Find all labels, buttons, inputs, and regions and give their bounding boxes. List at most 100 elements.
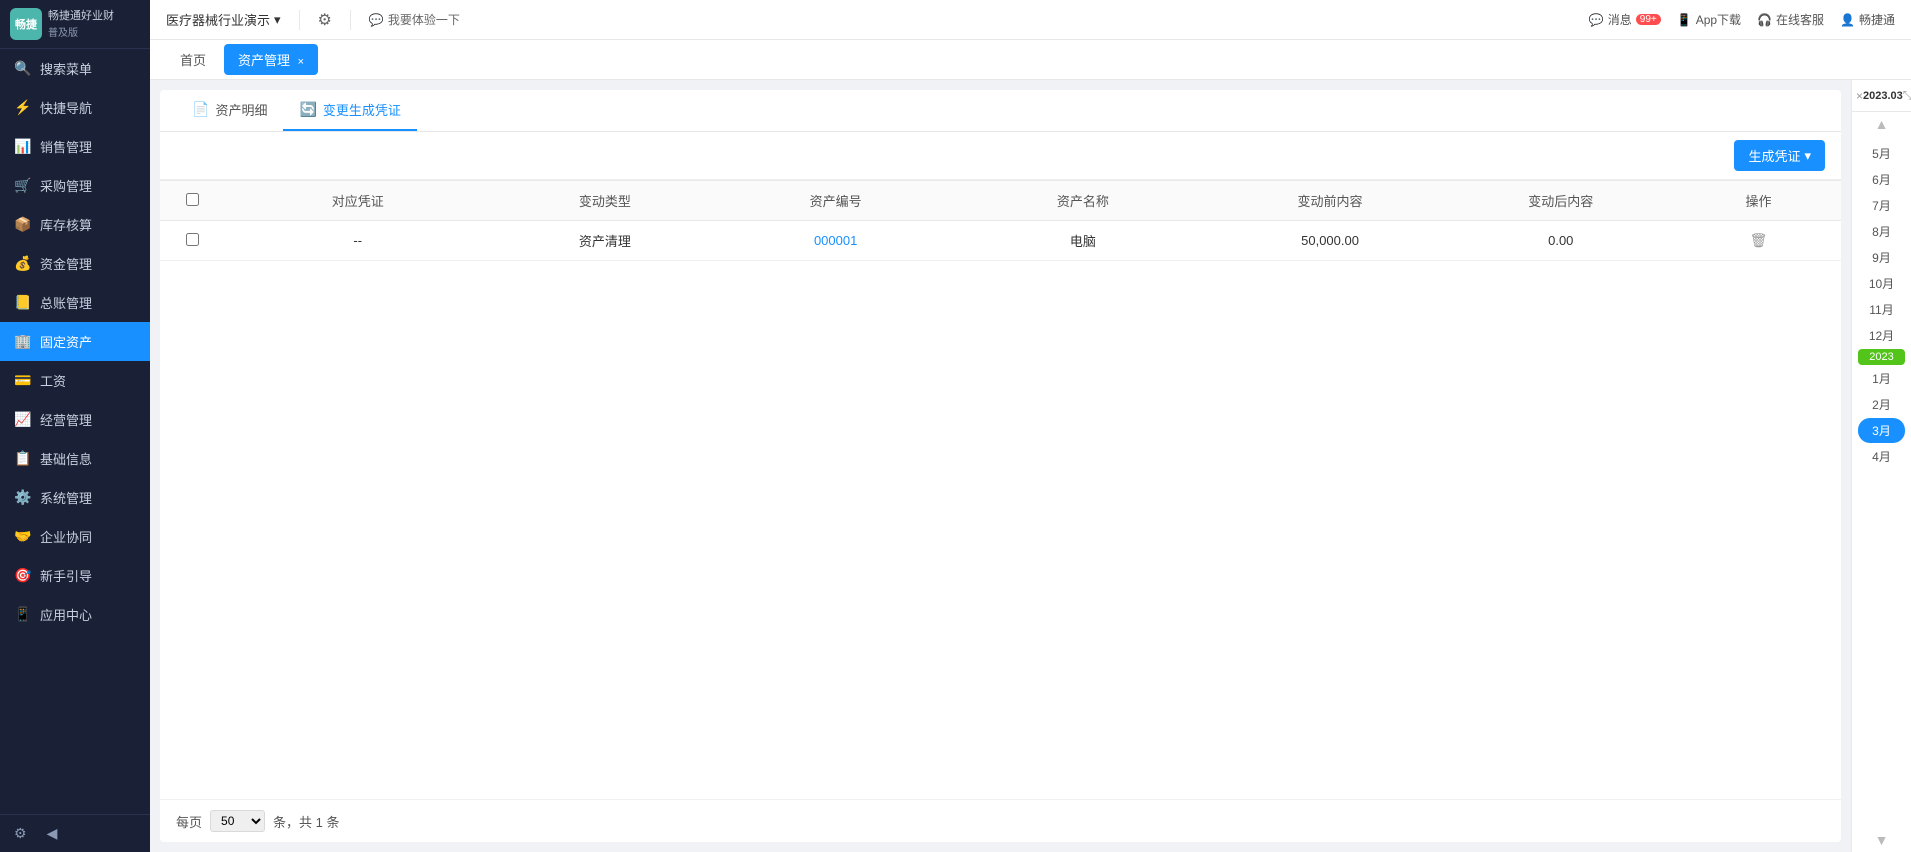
timeline-month-12[interactable]: 12月 [1858, 323, 1905, 348]
experience-button[interactable]: 💬 我要体验一下 [369, 11, 460, 28]
sidebar-item-quicknav[interactable]: ⚡ 快捷导航 [0, 88, 150, 127]
timeline-month-11[interactable]: 11月 [1858, 297, 1905, 322]
tab-close-icon[interactable]: × [298, 56, 304, 68]
per-page-select[interactable]: 50 10 20 100 [210, 810, 265, 832]
page-content: 📄 资产明细 🔄 变更生成凭证 生成凭证 ▾ [150, 80, 1911, 852]
timeline-list: 5月 6月 7月 8月 9月 10月 11月 12月 2023 1月 2月 3月… [1852, 136, 1911, 828]
timeline-year-badge: 2023 [1858, 349, 1905, 365]
logo-badge: 普及版 [48, 24, 114, 39]
generate-voucher-button[interactable]: 生成凭证 ▾ [1734, 140, 1825, 171]
timeline-month-1[interactable]: 1月 [1858, 366, 1905, 391]
sidebar-item-inventory[interactable]: 📦 库存核算 [0, 205, 150, 244]
timeline-nav-down[interactable]: ▼ [1852, 828, 1911, 852]
sidebar-item-fixedassets[interactable]: 🏢 固定资产 [0, 322, 150, 361]
sidebar-logo: 畅捷 畅捷通好业财 普及版 [0, 0, 150, 49]
th-code: 资产编号 [720, 181, 951, 221]
company-dropdown-icon: ▾ [274, 12, 281, 28]
sidebar-item-label: 固定资产 [40, 332, 92, 351]
sidebar-item-label: 快捷导航 [40, 98, 92, 117]
timeline-month-7[interactable]: 7月 [1858, 193, 1905, 218]
delete-row-icon[interactable]: 🗑 [1750, 232, 1768, 248]
inventory-icon: 📦 [14, 216, 32, 233]
row-name: 电脑 [951, 221, 1215, 261]
timeline-month-5[interactable]: 5月 [1858, 141, 1905, 166]
timeline-nav-up[interactable]: ▲ [1852, 112, 1911, 136]
row-checkbox-cell [160, 221, 226, 261]
experience-text: 我要体验一下 [388, 11, 460, 28]
sidebar-item-operations[interactable]: 📈 经营管理 [0, 400, 150, 439]
select-all-checkbox[interactable] [186, 193, 199, 206]
guide-icon: 🎯 [14, 567, 32, 584]
timeline-month-3[interactable]: 3月 [1858, 418, 1905, 443]
row-code[interactable]: 000001 [720, 221, 951, 261]
topbar-settings-icon[interactable]: ⚙ [318, 10, 332, 30]
sidebar-item-label: 销售管理 [40, 137, 92, 156]
message-button[interactable]: 💬 消息 99+ [1589, 11, 1661, 28]
enterprise-icon: 🤝 [14, 528, 32, 545]
sidebar-item-apps[interactable]: 📱 应用中心 [0, 595, 150, 634]
sidebar-item-label: 经营管理 [40, 410, 92, 429]
sidebar-item-enterprise[interactable]: 🤝 企业协同 [0, 517, 150, 556]
topbar-divider2 [350, 10, 351, 30]
tab-asset-management[interactable]: 资产管理 × [224, 44, 318, 75]
apps-icon: 📱 [14, 606, 32, 623]
row-action: 🗑 [1676, 221, 1841, 261]
sidebar-item-guide[interactable]: 🎯 新手引导 [0, 556, 150, 595]
timeline-month-9[interactable]: 9月 [1858, 245, 1905, 270]
company-selector[interactable]: 医疗器械行业演示 ▾ [166, 10, 281, 29]
timeline-expand-icon[interactable]: ⤡ [1903, 88, 1911, 103]
sidebar-item-label: 应用中心 [40, 605, 92, 624]
settings-bottom-icon[interactable]: ⚙ [14, 825, 27, 842]
subtab-label: 变更生成凭证 [323, 100, 401, 119]
sidebar-item-label: 基础信息 [40, 449, 92, 468]
tab-asset-label: 资产管理 [238, 53, 290, 68]
timeline-month-8[interactable]: 8月 [1858, 219, 1905, 244]
sidebar-item-system[interactable]: ⚙️ 系统管理 [0, 478, 150, 517]
timeline-panel: × 2023.03 ⤡ ▲ 5月 6月 7月 8月 9月 10月 11月 12月… [1851, 80, 1911, 852]
asset-detail-icon: 📄 [192, 101, 209, 118]
subtab-asset-detail[interactable]: 📄 资产明细 [176, 90, 283, 131]
timeline-month-6[interactable]: 6月 [1858, 167, 1905, 192]
sidebar-item-label: 工资 [40, 371, 66, 390]
sidebar-item-payroll[interactable]: 💳 工资 [0, 361, 150, 400]
row-checkbox[interactable] [186, 233, 199, 246]
sidebar-item-label: 新手引导 [40, 566, 92, 585]
timeline-date: 2023.03 [1863, 90, 1903, 102]
operations-icon: 📈 [14, 411, 32, 428]
sidebar-item-label: 资金管理 [40, 254, 92, 273]
quicknav-icon: ⚡ [14, 99, 32, 116]
main-panel: 📄 资产明细 🔄 变更生成凭证 生成凭证 ▾ [160, 90, 1841, 842]
sidebar-item-purchase[interactable]: 🛒 采购管理 [0, 166, 150, 205]
sidebar-item-funds[interactable]: 💰 资金管理 [0, 244, 150, 283]
sidebar-item-label: 采购管理 [40, 176, 92, 195]
sidebar-nav: 🔍 搜索菜单 ⚡ 快捷导航 📊 销售管理 🛒 采购管理 📦 库存核算 💰 资金管… [0, 49, 150, 814]
service-button[interactable]: 🎧 在线客服 [1757, 11, 1824, 28]
app-download-button[interactable]: 📱 App下载 [1677, 11, 1741, 28]
subtab-label: 资产明细 [215, 100, 267, 119]
pagination: 每页 50 10 20 100 条，共 1 条 [160, 799, 1841, 842]
sidebar-item-basicinfo[interactable]: 📋 基础信息 [0, 439, 150, 478]
timeline-month-4[interactable]: 4月 [1858, 444, 1905, 469]
sidebar-item-label: 库存核算 [40, 215, 92, 234]
timeline-month-10[interactable]: 10月 [1858, 271, 1905, 296]
sidebar-item-sales[interactable]: 📊 销售管理 [0, 127, 150, 166]
timeline-close-icon[interactable]: × [1856, 89, 1863, 103]
service-icon: 🎧 [1757, 13, 1772, 27]
experience-icon: 💬 [369, 13, 384, 27]
service-label: 在线客服 [1776, 11, 1824, 28]
timeline-month-2[interactable]: 2月 [1858, 392, 1905, 417]
collapse-icon[interactable]: ◀ [47, 825, 58, 842]
sidebar-item-ledger[interactable]: 📒 总账管理 [0, 283, 150, 322]
table-row: -- 资产清理 000001 电脑 50,000.00 0.00 🗑 [160, 221, 1841, 261]
app-icon: 📱 [1677, 13, 1692, 27]
subtab-change-voucher[interactable]: 🔄 变更生成凭证 [283, 90, 416, 131]
tab-home[interactable]: 首页 [166, 44, 220, 75]
topbar-right: 💬 消息 99+ 📱 App下载 🎧 在线客服 👤 畅捷通 [1589, 11, 1895, 28]
sales-icon: 📊 [14, 138, 32, 155]
user-button[interactable]: 👤 畅捷通 [1840, 11, 1895, 28]
th-type: 变动类型 [490, 181, 721, 221]
sidebar-item-label: 系统管理 [40, 488, 92, 507]
data-table: 对应凭证 变动类型 资产编号 资产名称 [160, 180, 1841, 261]
row-voucher: -- [226, 221, 490, 261]
sidebar-item-search[interactable]: 🔍 搜索菜单 [0, 49, 150, 88]
